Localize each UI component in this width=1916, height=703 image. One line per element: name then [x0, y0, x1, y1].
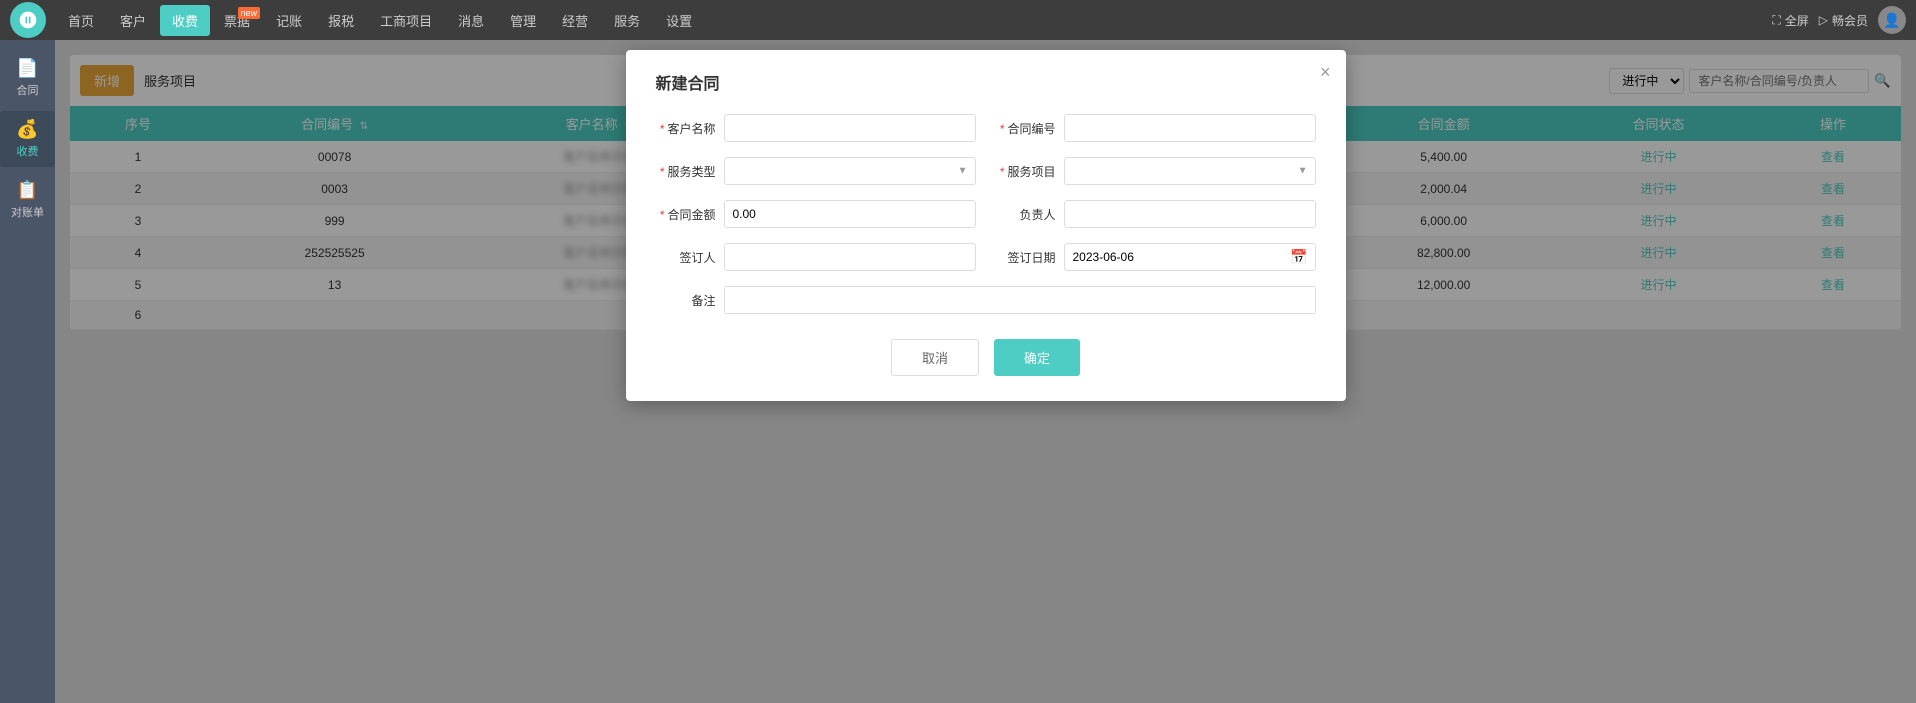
service-type-select-wrapper: [724, 157, 976, 185]
modal-footer: 取消 确定: [656, 339, 1316, 376]
main-layout: 📄 合同 💰 收费 📋 对账单 新增 服务项目 进行中 已完成 已终止: [0, 40, 1916, 703]
contract-no-label: 合同编号: [996, 120, 1056, 137]
cancel-button[interactable]: 取消: [891, 339, 979, 376]
nav-right: ⛶ 全屏 ▷ 畅会员 👤: [1772, 6, 1906, 34]
fullscreen-button[interactable]: ⛶ 全屏: [1772, 12, 1808, 29]
new-contract-modal: 新建合同 × 客户名称 合同编号 服务类型: [626, 50, 1346, 401]
content-area: 新增 服务项目 进行中 已完成 已终止 🔍 序号: [55, 40, 1916, 703]
confirm-button[interactable]: 确定: [994, 339, 1080, 376]
form-row-signer: 签订人: [656, 243, 976, 271]
fees-icon: 💰: [16, 119, 38, 140]
service-item-label: 服务项目: [996, 163, 1056, 180]
form-grid: 客户名称 合同编号 服务类型: [656, 114, 1316, 314]
modal-close-button[interactable]: ×: [1320, 62, 1331, 83]
top-nav: 首页 客户 收费 票据 new 记账 报税 工商项目 消息 管理 经营 服务 设…: [0, 0, 1916, 40]
vip-button[interactable]: ▷ 畅会员: [1819, 12, 1868, 29]
nav-bills[interactable]: 票据 new: [212, 5, 262, 36]
nav-menu: 首页 客户 收费 票据 new 记账 报税 工商项目 消息 管理 经营 服务 设…: [56, 5, 1772, 36]
reconcile-icon: 📋: [16, 180, 38, 201]
nav-home[interactable]: 首页: [56, 5, 106, 36]
nav-tax[interactable]: 报税: [316, 5, 366, 36]
new-badge: new: [238, 7, 261, 19]
sidebar-item-contract[interactable]: 📄 合同: [0, 50, 55, 106]
sidebar: 📄 合同 💰 收费 📋 对账单: [0, 40, 55, 703]
form-row-service-type: 服务类型: [656, 157, 976, 185]
responsible-label: 负责人: [996, 206, 1056, 223]
sidebar-item-label-fees: 收费: [17, 143, 39, 159]
signer-input[interactable]: [724, 243, 976, 271]
form-row-amount: 合同金额: [656, 200, 976, 228]
customer-name-label: 客户名称: [656, 120, 716, 137]
service-type-label: 服务类型: [656, 163, 716, 180]
form-row-contract-no: 合同编号: [996, 114, 1316, 142]
form-row-note: 备注: [656, 286, 1316, 314]
form-row-service-item: 服务项目: [996, 157, 1316, 185]
form-row-customer: 客户名称: [656, 114, 976, 142]
sidebar-item-reconcile[interactable]: 📋 对账单: [0, 172, 55, 228]
sidebar-item-label-contract: 合同: [17, 82, 39, 98]
nav-settings[interactable]: 设置: [654, 5, 704, 36]
service-item-select[interactable]: [1064, 157, 1316, 185]
modal-overlay: 新建合同 × 客户名称 合同编号 服务类型: [55, 40, 1916, 703]
form-row-responsible: 负责人: [996, 200, 1316, 228]
form-row-sign-date: 签订日期 📅: [996, 243, 1316, 271]
app-logo[interactable]: [10, 2, 46, 38]
nav-message[interactable]: 消息: [446, 5, 496, 36]
nav-business[interactable]: 工商项目: [368, 5, 444, 36]
nav-customer[interactable]: 客户: [108, 5, 158, 36]
responsible-input[interactable]: [1064, 200, 1316, 228]
nav-manage[interactable]: 管理: [498, 5, 548, 36]
contract-icon: 📄: [16, 58, 38, 79]
nav-bookkeeping[interactable]: 记账: [264, 5, 314, 36]
sidebar-item-fees[interactable]: 💰 收费: [0, 111, 55, 167]
sidebar-item-label-reconcile: 对账单: [11, 204, 44, 220]
note-input[interactable]: [724, 286, 1316, 314]
sign-date-wrapper: 📅: [1064, 243, 1316, 271]
note-label: 备注: [656, 292, 716, 309]
contract-amount-label: 合同金额: [656, 206, 716, 223]
contract-no-input[interactable]: [1064, 114, 1316, 142]
user-avatar[interactable]: 👤: [1878, 6, 1906, 34]
signer-label: 签订人: [656, 249, 716, 266]
modal-title: 新建合同: [656, 70, 1316, 94]
nav-fees[interactable]: 收费: [160, 5, 210, 36]
sign-date-input[interactable]: [1064, 243, 1316, 271]
sign-date-label: 签订日期: [996, 249, 1056, 266]
customer-name-input[interactable]: [724, 114, 976, 142]
contract-amount-input[interactable]: [724, 200, 976, 228]
nav-operation[interactable]: 经营: [550, 5, 600, 36]
service-type-select[interactable]: [724, 157, 976, 185]
service-item-select-wrapper: [1064, 157, 1316, 185]
nav-service[interactable]: 服务: [602, 5, 652, 36]
